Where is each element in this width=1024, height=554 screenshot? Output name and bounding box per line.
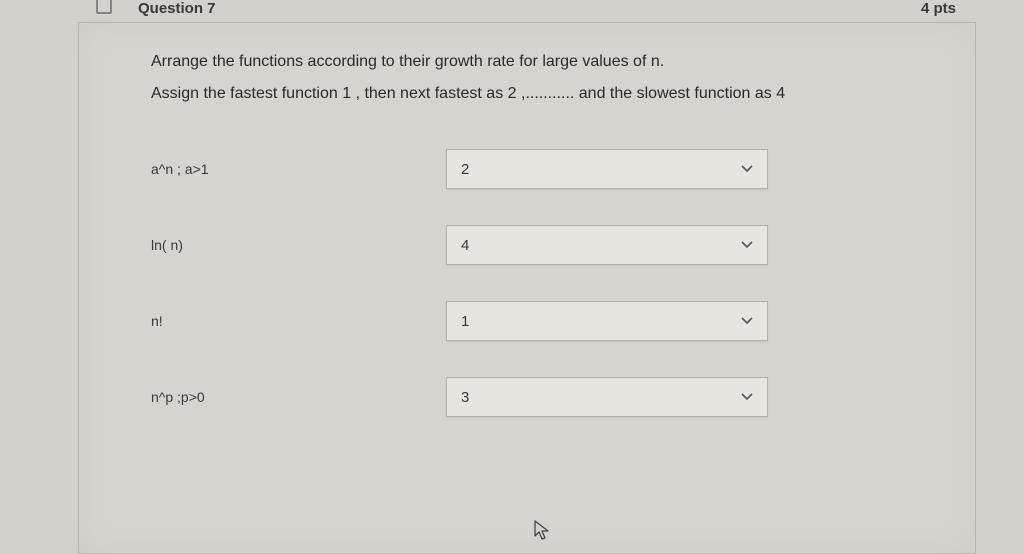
select-value: 2 [461,161,741,178]
chevron-down-icon [741,315,753,327]
function-row: n! 1 [151,301,951,341]
function-label: ln( n) [151,237,446,253]
question-header: Question 7 4 pts [78,0,976,22]
question-title: Question 7 [138,0,216,17]
select-value: 1 [461,313,741,330]
function-label: n! [151,313,446,329]
function-label: n^p ;p>0 [151,389,446,405]
function-row: ln( n) 4 [151,225,951,265]
rank-select-1[interactable]: 2 [446,149,768,189]
instruction-line-1: Arrange the functions according to their… [151,53,951,71]
instruction-line-2: Assign the fastest function 1 , then nex… [151,85,951,103]
rank-select-3[interactable]: 1 [446,301,768,341]
function-label: a^n ; a>1 [151,161,446,177]
question-container: Question 7 4 pts Arrange the functions a… [78,0,976,547]
cursor-icon [533,519,551,541]
rank-select-4[interactable]: 3 [446,377,768,417]
chevron-down-icon [741,163,753,175]
question-body: Arrange the functions according to their… [78,22,976,554]
function-row: a^n ; a>1 2 [151,149,951,189]
checkbox-icon [96,0,112,14]
rank-select-2[interactable]: 4 [446,225,768,265]
function-row: n^p ;p>0 3 [151,377,951,417]
chevron-down-icon [741,239,753,251]
question-points: 4 pts [921,0,956,17]
select-value: 4 [461,237,741,254]
chevron-down-icon [741,391,753,403]
select-value: 3 [461,389,741,406]
